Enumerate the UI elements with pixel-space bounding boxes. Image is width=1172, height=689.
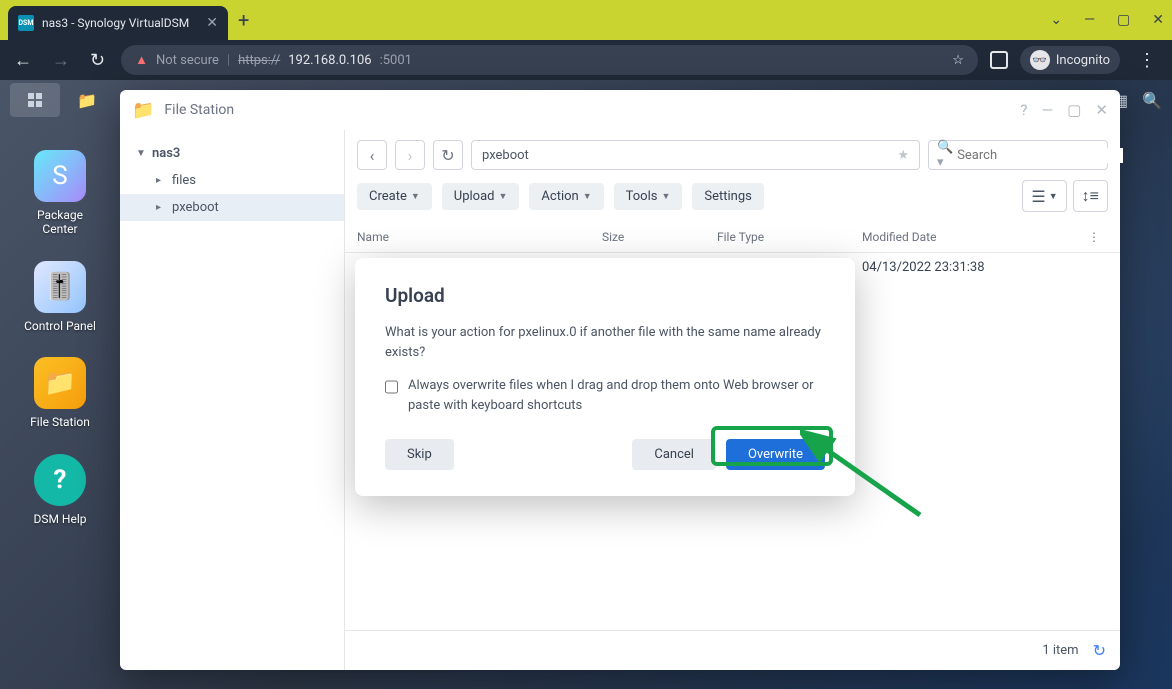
not-secure-icon: ▲ [135, 52, 148, 68]
create-button[interactable]: Create▼ [357, 183, 432, 210]
table-header: Name Size File Type Modified Date ⋮ [345, 222, 1120, 253]
breadcrumb-field[interactable]: pxeboot ★ [471, 140, 920, 170]
breadcrumb: pxeboot [482, 148, 529, 163]
app-launcher-button[interactable] [10, 83, 60, 117]
minimize-icon[interactable]: — [1042, 101, 1054, 119]
search-input[interactable] [957, 148, 1123, 163]
search-icon: 🔍▾ [937, 140, 953, 170]
dock-label: Control Panel [24, 319, 96, 333]
browser-addressbar: ← → ↻ ▲ Not secure | https://192.168.0.1… [0, 40, 1172, 80]
taskbar-filestation[interactable]: 📁 [62, 83, 112, 117]
browser-titlebar: DSM nas3 - Synology VirtualDSM ✕ + ⌄ — ▢… [0, 0, 1172, 40]
dock-label: File Station [30, 415, 90, 429]
checkbox-input[interactable] [385, 379, 398, 395]
settings-button[interactable]: Settings [692, 183, 763, 210]
file-station-window: 📁 File Station ? — ▢ ✕ ▼nas3 ▸files ▸pxe… [120, 90, 1120, 670]
close-icon[interactable]: ✕ [1095, 101, 1108, 119]
tools-button[interactable]: Tools▼ [614, 183, 683, 210]
bookmark-star-icon[interactable]: ☆ [952, 53, 964, 68]
item-count: 1 item [1042, 643, 1078, 658]
folder-tree: ▼nas3 ▸files ▸pxeboot [120, 130, 345, 670]
search-field[interactable]: 🔍▾ [928, 140, 1108, 170]
col-menu-icon[interactable]: ⋮ [1088, 230, 1108, 244]
close-icon[interactable]: ✕ [1152, 12, 1164, 28]
skip-button[interactable]: Skip [385, 439, 454, 470]
action-button[interactable]: Action▼ [529, 183, 603, 210]
minimize-icon[interactable]: — [1084, 12, 1095, 28]
tab-close-icon[interactable]: ✕ [206, 15, 218, 31]
url-port: :5001 [380, 53, 412, 68]
incognito-icon: 👓 [1030, 50, 1050, 70]
dock-control-panel[interactable]: 🎚️ Control Panel [24, 261, 96, 333]
chevron-down-icon[interactable]: ⌄ [1050, 12, 1062, 28]
tree-root[interactable]: ▼nas3 [120, 140, 344, 167]
action-toolbar: Create▼ Upload▼ Action▼ Tools▼ Settings … [345, 180, 1120, 222]
tree-item-pxeboot[interactable]: ▸pxeboot [120, 194, 344, 221]
overwrite-button[interactable]: Overwrite [726, 439, 825, 470]
help-icon[interactable]: ? [1020, 101, 1027, 119]
nav-forward-button[interactable]: › [395, 140, 425, 170]
dock-package-center[interactable]: S Package Center [34, 150, 86, 237]
dock-dsm-help[interactable]: ? DSM Help [33, 454, 86, 526]
dialog-title: Upload [385, 284, 825, 307]
footer-reload-icon[interactable]: ↻ [1093, 641, 1106, 660]
folder-icon: 📁 [132, 100, 154, 121]
window-titlebar[interactable]: 📁 File Station ? — ▢ ✕ [120, 90, 1120, 130]
new-tab-button[interactable]: + [238, 8, 249, 32]
reload-button[interactable]: ↻ [86, 46, 109, 75]
window-controls: ⌄ — ▢ ✕ [1050, 12, 1164, 28]
col-type[interactable]: File Type [717, 230, 862, 244]
browser-tab[interactable]: DSM nas3 - Synology VirtualDSM ✕ [8, 6, 228, 40]
search-icon[interactable]: 🔍 [1142, 91, 1162, 110]
window-title: File Station [164, 102, 234, 118]
dock-label: Package Center [37, 208, 83, 237]
forward-button[interactable]: → [48, 46, 74, 75]
package-center-icon: S [34, 150, 86, 202]
always-overwrite-checkbox[interactable]: Always overwrite files when I drag and d… [385, 376, 825, 415]
url-field[interactable]: ▲ Not secure | https://192.168.0.106:500… [121, 45, 978, 75]
dialog-message: What is your action for pxelinux.0 if an… [385, 323, 825, 362]
dock-file-station[interactable]: 📁 File Station [30, 357, 90, 429]
cancel-button[interactable]: Cancel [632, 439, 716, 470]
maximize-icon[interactable]: ▢ [1117, 12, 1130, 28]
col-date[interactable]: Modified Date [862, 230, 1088, 244]
nav-back-button[interactable]: ‹ [357, 140, 387, 170]
upload-button[interactable]: Upload▼ [442, 183, 520, 210]
tree-item-files[interactable]: ▸files [120, 167, 344, 194]
incognito-label: Incognito [1056, 53, 1110, 68]
desktop-dock: S Package Center 🎚️ Control Panel 📁 File… [0, 130, 120, 526]
tab-title: nas3 - Synology VirtualDSM [42, 16, 189, 30]
url-host: 192.168.0.106 [288, 53, 371, 68]
file-station-icon: 📁 [34, 357, 86, 409]
main-panel: ‹ › ↻ pxeboot ★ 🔍▾ Create▼ Upload▼ Act [345, 130, 1120, 670]
dsm-help-icon: ? [34, 454, 86, 506]
incognito-badge[interactable]: 👓 Incognito [1020, 46, 1120, 74]
maximize-icon[interactable]: ▢ [1067, 101, 1081, 119]
view-list-button[interactable]: ☰ ▼ [1022, 180, 1066, 212]
url-protocol: https:// [238, 53, 280, 68]
not-secure-label: Not secure [156, 53, 219, 68]
extension-icon[interactable] [990, 51, 1008, 69]
back-button[interactable]: ← [10, 46, 36, 75]
upload-dialog: Upload What is your action for pxelinux.… [355, 258, 855, 496]
dsm-desktop: 📁 💬 👤 ▦ 🔍 S Package Center 🎚️ Control Pa… [0, 80, 1172, 689]
browser-menu-icon[interactable]: ⋮ [1132, 50, 1162, 71]
col-name[interactable]: Name [357, 230, 602, 244]
nav-toolbar: ‹ › ↻ pxeboot ★ 🔍▾ [345, 130, 1120, 180]
col-size[interactable]: Size [602, 230, 717, 244]
favorite-star-icon[interactable]: ★ [897, 148, 909, 163]
dock-label: DSM Help [33, 512, 86, 526]
tab-favicon: DSM [18, 15, 34, 31]
view-sort-button[interactable]: ↕≡ [1073, 180, 1108, 212]
checkbox-label: Always overwrite files when I drag and d… [408, 376, 825, 415]
status-footer: 1 item ↻ [345, 630, 1120, 670]
control-panel-icon: 🎚️ [34, 261, 86, 313]
nav-reload-button[interactable]: ↻ [433, 140, 463, 170]
